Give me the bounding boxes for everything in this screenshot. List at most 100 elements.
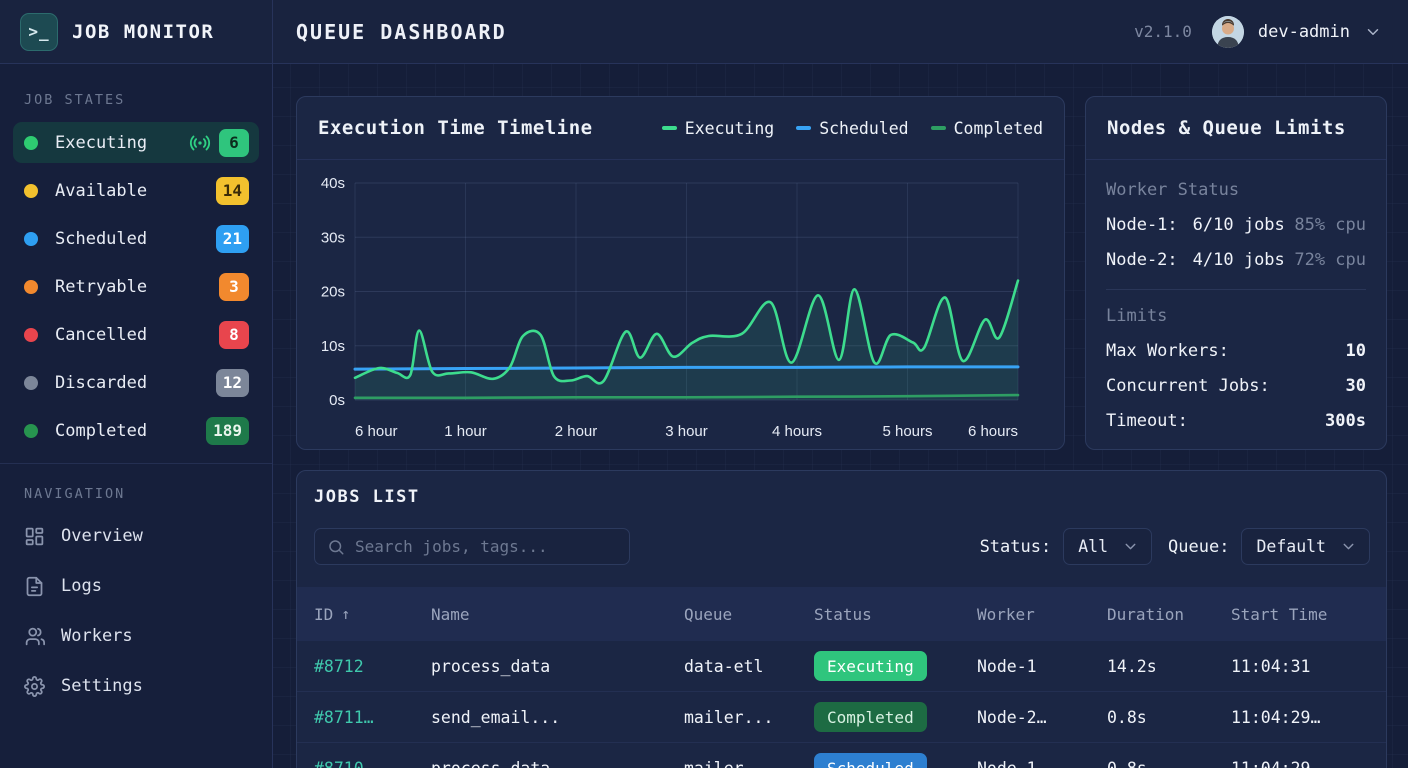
user-menu[interactable]: dev-admin bbox=[1258, 22, 1350, 42]
nodes-divider bbox=[1106, 289, 1366, 290]
state-dot-available bbox=[24, 183, 38, 198]
state-label: Cancelled bbox=[55, 324, 148, 345]
column-header-status[interactable]: Status bbox=[814, 605, 977, 624]
version-label: v2.1.0 bbox=[1134, 22, 1192, 41]
filter-select-status[interactable]: All bbox=[1063, 528, 1153, 565]
file-icon bbox=[24, 576, 45, 597]
job-queue: data-etl bbox=[684, 656, 764, 676]
user-avatar[interactable] bbox=[1211, 15, 1244, 48]
column-header-worker[interactable]: Worker bbox=[977, 605, 1107, 624]
column-label: Duration bbox=[1107, 604, 1185, 624]
job-states-list: Executing 6 Available 14 Scheduled 21 Retryabl… bbox=[13, 122, 259, 451]
state-label: Scheduled bbox=[55, 228, 148, 249]
app-root: >_ JOB MONITOR QUEUE DASHBOARD v2.1.0 de… bbox=[0, 0, 1408, 768]
filters: Status: All Queue: Default bbox=[980, 528, 1370, 565]
worker-status-list: Node-1: 6/10 jobs 85% cpu Node-2: 4/10 jobs 7… bbox=[1106, 215, 1366, 270]
status-badge-executing: Executing bbox=[814, 651, 927, 681]
job-id-link[interactable]: #8712 bbox=[314, 657, 431, 676]
state-count-badge: 3 bbox=[219, 272, 249, 301]
grid-icon bbox=[24, 526, 45, 547]
job-start-time: 11:04:31 bbox=[1231, 656, 1311, 676]
state-count-badge: 189 bbox=[206, 416, 249, 445]
job-duration: 0.8s bbox=[1107, 758, 1147, 768]
job-status-cell: Completed bbox=[814, 702, 977, 732]
limit-value: 30 bbox=[1345, 376, 1366, 396]
nav-item-settings[interactable]: Settings bbox=[13, 666, 259, 706]
state-label: Executing bbox=[55, 132, 148, 153]
jobs-list-title: JOBS LIST bbox=[314, 487, 420, 507]
limit-value: 10 bbox=[1345, 341, 1366, 361]
svg-text:10s: 10s bbox=[321, 338, 345, 355]
limits-list: Max Workers: 10 Concurrent Jobs: 30 Timeout:… bbox=[1106, 341, 1366, 431]
table-row[interactable]: #8710 process_data mailer Scheduled Node-1 0.… bbox=[297, 743, 1386, 768]
nodes-card-header: Nodes & Queue Limits bbox=[1086, 97, 1386, 160]
jobs-controls: Status: All Queue: Default bbox=[314, 528, 1370, 587]
column-header-start-time[interactable]: Start Time bbox=[1231, 605, 1386, 624]
node-jobs: 4/10 jobs bbox=[1192, 250, 1285, 270]
job-status-cell: Scheduled bbox=[814, 753, 977, 768]
svg-text:3 hour: 3 hour bbox=[665, 423, 708, 440]
main-content: Execution Time Timeline Executing Schedul… bbox=[273, 64, 1408, 768]
search-input[interactable] bbox=[355, 537, 617, 556]
limit-row: Max Workers: 10 bbox=[1106, 341, 1366, 361]
state-dot-completed bbox=[24, 423, 38, 438]
job-states-heading: JOB STATES bbox=[24, 92, 126, 108]
job-start-time: 11:04:29 bbox=[1231, 758, 1311, 768]
svg-text:6 hours: 6 hours bbox=[968, 423, 1018, 440]
state-dot-discarded bbox=[24, 375, 38, 390]
terminal-logo-icon: >_ bbox=[20, 12, 58, 51]
table-row[interactable]: #8711… send_email... mailer... Completed Nod… bbox=[297, 692, 1386, 743]
node-name: Node-1: bbox=[1106, 215, 1178, 235]
job-start-time: 11:04:29… bbox=[1231, 707, 1321, 727]
svg-text:5 hours: 5 hours bbox=[882, 423, 932, 440]
search-box[interactable] bbox=[314, 528, 630, 565]
table-row[interactable]: #8712 process_data data-etl Executing Node-1… bbox=[297, 641, 1386, 692]
search-icon bbox=[327, 538, 345, 556]
job-worker: Node-1 bbox=[977, 656, 1037, 676]
svg-text:40s: 40s bbox=[321, 175, 345, 192]
state-count-badge: 14 bbox=[215, 176, 249, 205]
filter-label: Status: bbox=[979, 536, 1052, 557]
filter-select-queue[interactable]: Default bbox=[1241, 528, 1370, 565]
filter-selected-value: All bbox=[1078, 537, 1109, 556]
sidebar-state-discarded[interactable]: Discarded 12 bbox=[13, 362, 259, 403]
chevron-down-icon bbox=[1122, 538, 1139, 555]
nav-item-workers[interactable]: Workers bbox=[13, 616, 259, 656]
job-queue: mailer... bbox=[684, 707, 774, 727]
sidebar-state-executing[interactable]: Executing 6 bbox=[13, 122, 259, 163]
column-header-id[interactable]: ID ↑ bbox=[314, 605, 431, 624]
job-id-link[interactable]: #8710 bbox=[314, 759, 431, 768]
nodes-queue-limits-card: Nodes & Queue Limits Worker Status Node-… bbox=[1085, 96, 1387, 450]
limit-value: 300s bbox=[1325, 411, 1366, 431]
nav-item-overview[interactable]: Overview bbox=[13, 516, 259, 556]
state-label: Retryable bbox=[55, 276, 148, 297]
legend-item-completed: Completed bbox=[930, 119, 1043, 138]
navigation-list: Overview Logs Workers Settings bbox=[13, 516, 259, 706]
execution-time-chart: 0s 10s 20s 30s 40s 6 hour 1 hour 2 hour 3 hour 4 … bbox=[297, 160, 1064, 454]
sidebar-state-completed[interactable]: Completed 189 bbox=[13, 410, 259, 451]
limits-heading: Limits bbox=[1106, 306, 1168, 326]
job-duration: 14.2s bbox=[1107, 656, 1157, 676]
column-header-name[interactable]: Name bbox=[431, 605, 684, 624]
node-cpu: 72% cpu bbox=[1294, 250, 1366, 270]
column-header-queue[interactable]: Queue bbox=[684, 605, 814, 624]
legend-swatch bbox=[661, 126, 677, 130]
state-count-badge: 21 bbox=[215, 224, 249, 253]
chart-legend: Executing Scheduled Completed bbox=[661, 119, 1043, 138]
chevron-down-icon[interactable] bbox=[1364, 23, 1382, 41]
sidebar-state-available[interactable]: Available 14 bbox=[13, 170, 259, 211]
sidebar-state-retryable[interactable]: Retryable 3 bbox=[13, 266, 259, 307]
topbar: QUEUE DASHBOARD v2.1.0 dev-admin bbox=[273, 0, 1408, 64]
column-header-duration[interactable]: Duration bbox=[1107, 605, 1231, 624]
nav-item-logs[interactable]: Logs bbox=[13, 566, 259, 606]
state-label: Available bbox=[55, 180, 148, 201]
execution-timeline-card: Execution Time Timeline Executing Schedul… bbox=[296, 96, 1065, 450]
svg-text:2 hour: 2 hour bbox=[555, 423, 598, 440]
jobs-table-header: ID ↑ Name Queue Status Worker Duration Start Ti… bbox=[297, 587, 1386, 641]
column-label: ID bbox=[314, 604, 334, 624]
job-id-link[interactable]: #8711… bbox=[314, 708, 431, 727]
node-cpu: 85% cpu bbox=[1294, 215, 1366, 235]
sidebar-state-scheduled[interactable]: Scheduled 21 bbox=[13, 218, 259, 259]
sidebar-state-cancelled[interactable]: Cancelled 8 bbox=[13, 314, 259, 355]
state-dot-cancelled bbox=[24, 327, 38, 342]
